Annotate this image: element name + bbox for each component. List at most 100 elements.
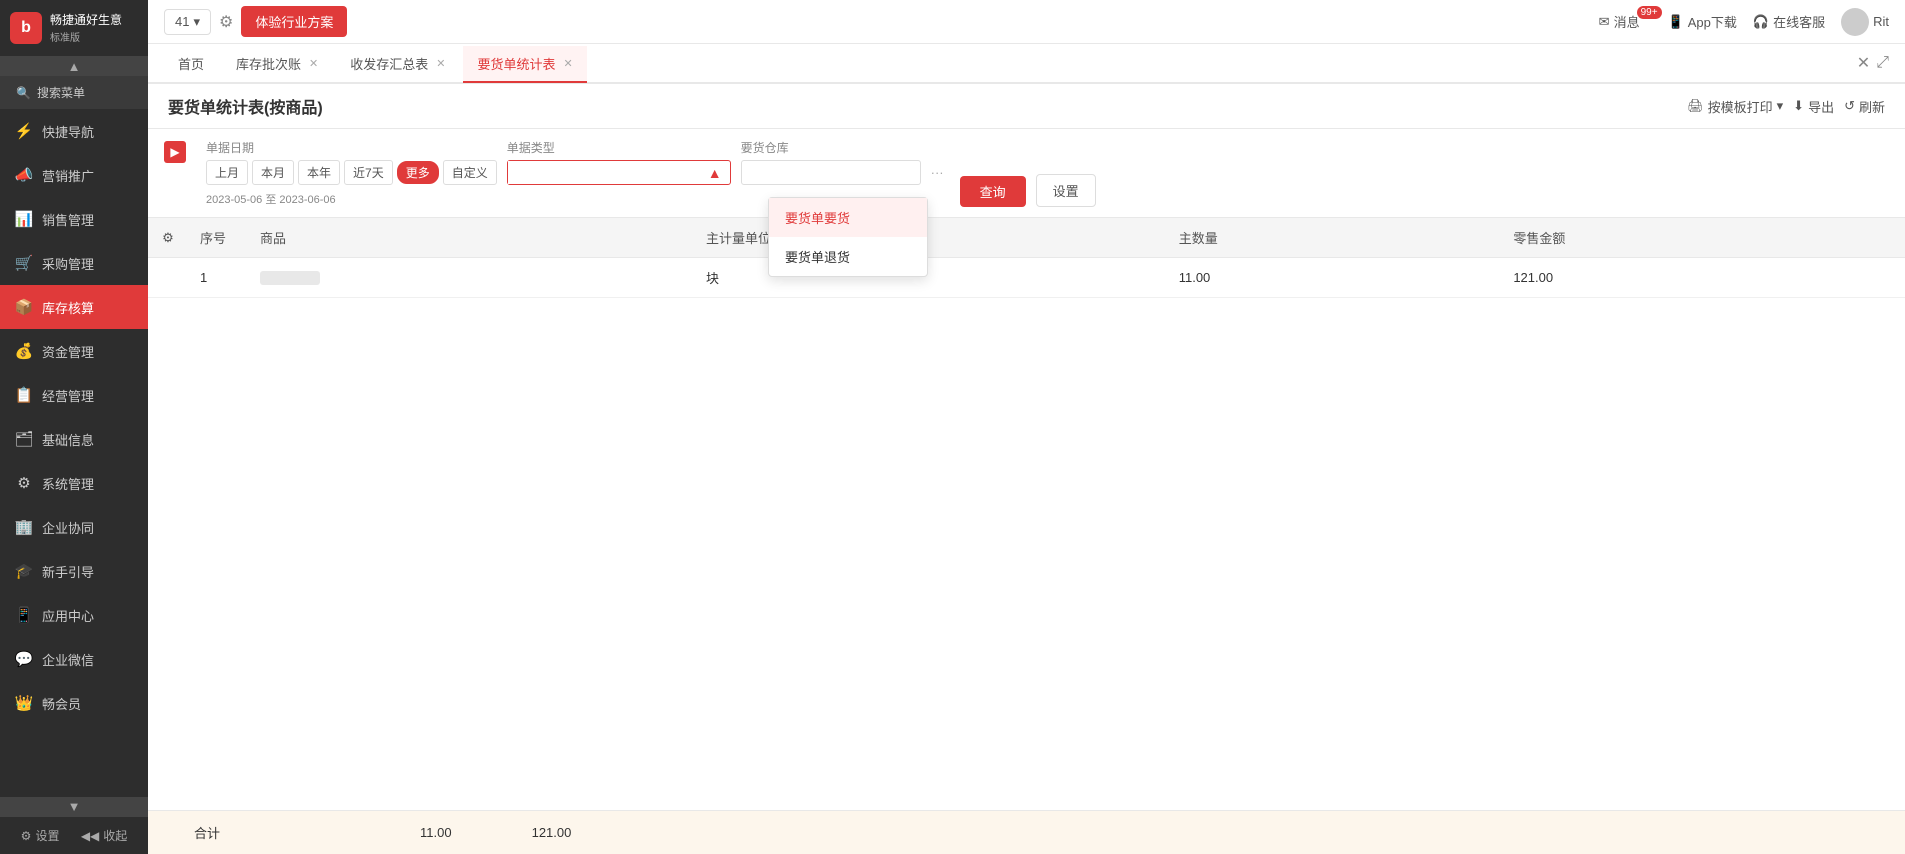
sidebar-item-basic[interactable]: 🗂 基础信息 [0,417,148,461]
service-icon: 🎧 [1753,14,1769,30]
export-button[interactable]: ⬇ 导出 [1793,97,1834,116]
row-unit: 块 [694,258,1167,298]
store-selector[interactable]: 41 ▾ [164,9,211,35]
dropdown-item-requisition[interactable]: 要货单要货 [769,198,927,237]
sidebar-item-guide[interactable]: 🎓 新手引导 [0,549,148,593]
search-icon: 🔍 [16,86,31,100]
date-btn-this-year[interactable]: 本年 [298,160,340,185]
type-dropdown-arrow[interactable]: ▲ [700,165,730,181]
col-product: 商品 [248,218,694,258]
refresh-label: 刷新 [1859,97,1885,116]
type-input-row: ▲ [507,160,731,185]
online-service-button[interactable]: 🎧 在线客服 [1753,12,1825,31]
settings-label: 设置 [35,827,59,844]
finance-icon: 💰 [14,341,34,361]
page-title: 要货单统计表(按商品) [168,94,323,118]
date-btn-custom[interactable]: 自定义 [443,160,497,185]
sidebar-bottom: ⚙ 设置 ◀◀ 收起 [0,816,148,854]
tab-inventory-batch[interactable]: 库存批次账 ✕ [222,46,332,83]
sidebar-item-member[interactable]: 👑 畅会员 [0,681,148,725]
date-btn-more[interactable]: 更多 [397,161,439,184]
page-content: 要货单统计表(按商品) 🖨 按模板打印 ▾ ⬇ 导出 ↺ 刷新 ▶ [148,84,1905,854]
header-left: 41 ▾ ⚙ 体验行业方案 [164,6,347,37]
print-button[interactable]: 🖨 按模板打印 ▾ [1687,97,1783,116]
user-menu-button[interactable]: Rit [1841,8,1889,36]
top-header: 41 ▾ ⚙ 体验行业方案 ✉ 消息 99+ 📱 App下载 🎧 在线客服 R [148,0,1905,44]
sidebar-item-marketing[interactable]: 📣 营销推广 [0,153,148,197]
sidebar: b 畅捷通好生意 标准版 ▲ 🔍 搜索菜单 ⚡ 快捷导航 📣 营销推广 📊 销售… [0,0,148,854]
col-amount: 零售金额 [1501,218,1905,258]
sidebar-item-quick-nav[interactable]: ⚡ 快捷导航 [0,109,148,153]
warehouse-more-btn[interactable]: ··· [925,165,950,180]
nav-label-inventory: 库存核算 [42,298,94,317]
filter-toggle-button[interactable]: ▶ [164,141,186,163]
header-settings-icon[interactable]: ⚙ [219,12,233,32]
dropdown-item-return[interactable]: 要货单退货 [769,237,927,276]
table-settings-button[interactable]: 设置 [1036,174,1096,207]
table-body: 1 块 11.00 121.00 [148,258,1905,298]
nav-label-system: 系统管理 [42,474,94,493]
table-footer: 合计 11.00 121.00 [148,810,1905,854]
date-buttons: 上月 本月 本年 近7天 更多 自定义 [206,160,497,185]
date-btn-this-month[interactable]: 本月 [252,160,294,185]
tab-requisition-stats-close[interactable]: ✕ [564,57,573,70]
sidebar-item-operations[interactable]: 📋 经营管理 [0,373,148,417]
sidebar-search[interactable]: 🔍 搜索菜单 [0,76,148,109]
app-download-button[interactable]: 📱 App下载 [1668,12,1737,31]
sidebar-item-enterprise[interactable]: 🏢 企业协同 [0,505,148,549]
warehouse-input[interactable] [741,160,921,185]
data-table: ⚙ 序号 商品 主计量单位 主数 [148,218,1905,298]
nav-label-quick-nav: 快捷导航 [42,122,94,141]
sidebar-collapse-btn[interactable]: ◀◀ 收起 [81,827,127,844]
nav-label-basic: 基础信息 [42,430,94,449]
refresh-button[interactable]: ↺ 刷新 [1844,97,1885,116]
filter-row: 单据日期 上月 本月 本年 近7天 更多 自定义 2023-05-06 至 20… [206,139,1889,207]
table-header-row: ⚙ 序号 商品 主计量单位 主数 [148,218,1905,258]
nav-label-appstore: 应用中心 [42,606,94,625]
marketing-icon: 📣 [14,165,34,185]
enterprise-icon: 🏢 [14,517,34,537]
query-button[interactable]: 查询 [960,176,1026,207]
col-no: 序号 [188,218,248,258]
col-settings[interactable]: ⚙ [148,218,188,258]
tab-inventory-batch-close[interactable]: ✕ [309,57,318,70]
column-settings-icon[interactable]: ⚙ [162,230,174,245]
tab-requisition-stats[interactable]: 要货单统计表 ✕ [463,46,586,83]
quick-nav-icon: ⚡ [14,121,34,141]
date-range-display: 2023-05-06 至 2023-06-06 [206,191,497,207]
tab-receive-summary[interactable]: 收发存汇总表 ✕ [336,46,459,83]
sidebar-settings-btn[interactable]: ⚙ 设置 [21,827,60,844]
type-dropdown-menu: 要货单要货 要货单退货 [768,197,928,277]
tab-expand-button[interactable]: ⤢ [1876,54,1889,72]
warehouse-filter-group: 要货仓库 ··· [741,139,950,185]
sidebar-item-wechat[interactable]: 💬 企业微信 [0,637,148,681]
sidebar-item-finance[interactable]: 💰 资金管理 [0,329,148,373]
nav-label-enterprise: 企业协同 [42,518,94,537]
sidebar-item-sales[interactable]: 📊 销售管理 [0,197,148,241]
print-icon: 🖨 [1687,98,1704,114]
messages-button[interactable]: ✉ 消息 99+ [1599,12,1652,31]
scroll-up-indicator[interactable]: ▲ [0,57,148,76]
purchase-icon: 🛒 [14,253,34,273]
scroll-down-indicator[interactable]: ▼ [0,797,148,816]
nav-label-finance: 资金管理 [42,342,94,361]
tab-home-label: 首页 [178,54,204,73]
settings-icon: ⚙ [21,829,32,843]
tab-home[interactable]: 首页 [164,46,218,83]
username-label: Rit [1873,14,1889,29]
date-filter-label: 单据日期 [206,139,497,156]
sidebar-item-appstore[interactable]: 📱 应用中心 [0,593,148,637]
guide-icon: 🎓 [14,561,34,581]
date-btn-last-month[interactable]: 上月 [206,160,248,185]
trial-button[interactable]: 体验行业方案 [241,6,347,37]
tab-close-all-button[interactable]: ✕ [1857,53,1870,73]
date-btn-7days[interactable]: 近7天 [344,160,393,185]
filter-area: ▶ 单据日期 上月 本月 本年 近7天 更多 自定义 2023-05-06 至 … [148,129,1905,218]
sidebar-item-purchase[interactable]: 🛒 采购管理 [0,241,148,285]
store-name: 41 [175,14,189,29]
tab-receive-summary-close[interactable]: ✕ [436,57,445,70]
sidebar-item-system[interactable]: ⚙ 系统管理 [0,461,148,505]
member-icon: 👑 [14,693,34,713]
type-input[interactable] [508,161,700,184]
sidebar-item-inventory[interactable]: 📦 库存核算 [0,285,148,329]
